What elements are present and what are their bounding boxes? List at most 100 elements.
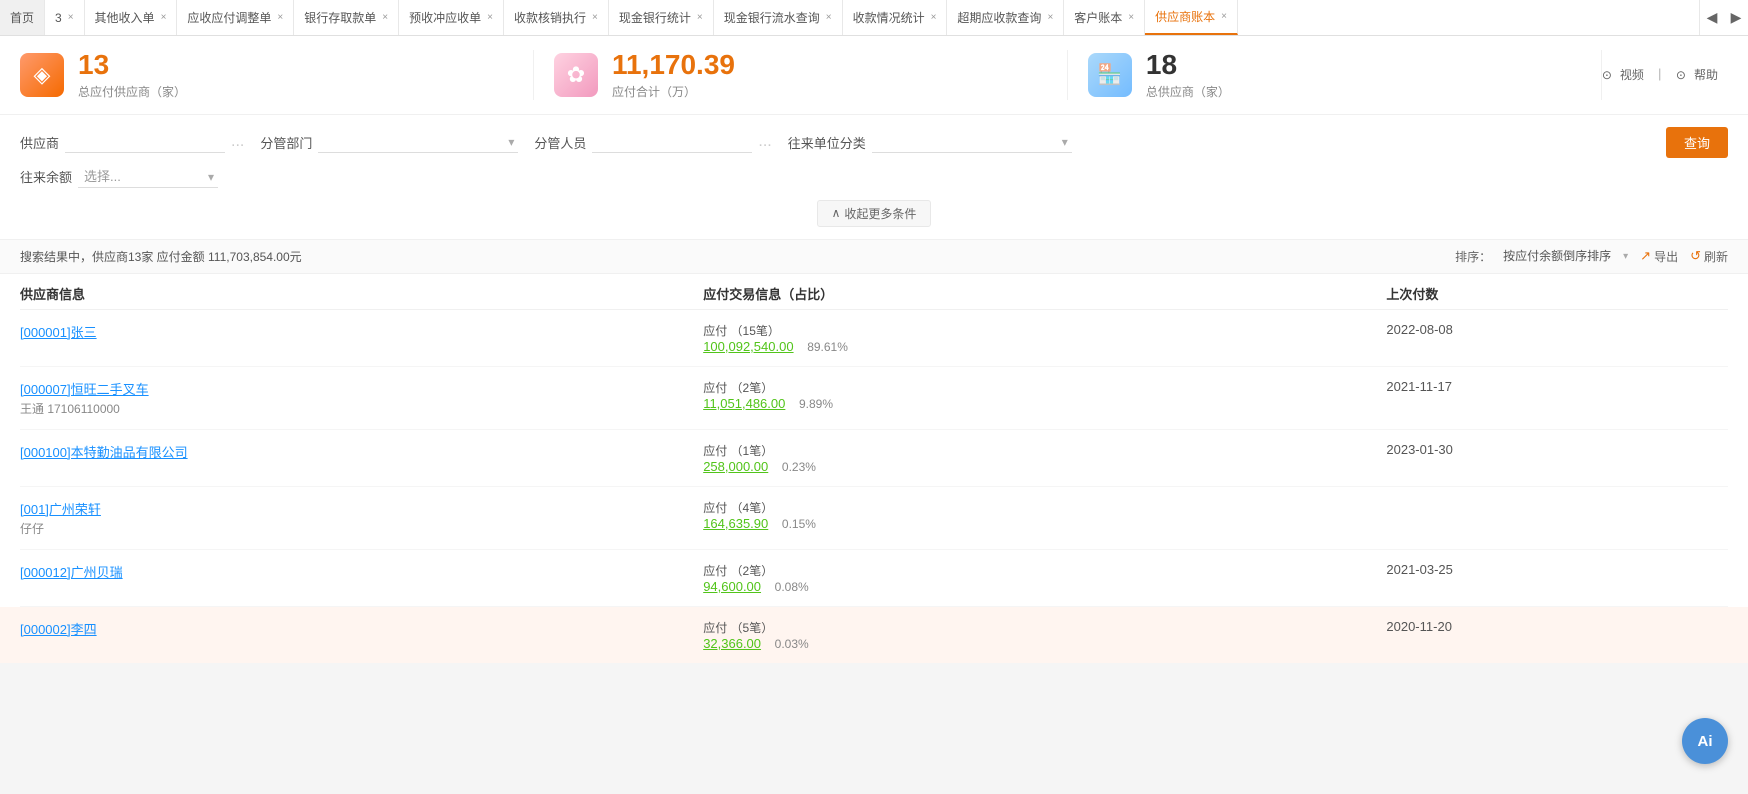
collapse-button[interactable]: ∧ 收起更多条件 (817, 200, 932, 227)
total-supplier-icon: 🏪 (1088, 53, 1132, 97)
nav-tab-advance-collect[interactable]: 预收冲应收单 × (399, 0, 504, 35)
dept-filter-label: 分管部门 (260, 133, 312, 152)
nav-tab-overdue-query[interactable]: 超期应收款查询 × (947, 0, 1064, 35)
nav-tab-overdue-query-close[interactable]: × (1047, 12, 1053, 23)
supplier-info-5: [000012]广州贝瑞 (20, 562, 703, 594)
nav-tab-payable-adjust-label: 应收应付调整单 (187, 9, 271, 26)
nav-tab-supplier-account[interactable]: 供应商账本 × (1145, 0, 1238, 35)
nav-tab-customer-account-close[interactable]: × (1128, 12, 1134, 23)
dept-select[interactable] (318, 131, 518, 153)
nav-tab-cash-bank-stat[interactable]: 现金银行统计 × (609, 0, 714, 35)
payable-supplier-count: 13 (78, 50, 186, 81)
payable-amount-link-3[interactable]: 258,000.00 (703, 459, 768, 474)
person-filter-input[interactable] (592, 131, 752, 153)
balance-select[interactable]: 选择... (78, 166, 218, 188)
nav-tab-home[interactable]: 首页 (0, 0, 45, 35)
nav-tab-payable-adjust-close[interactable]: × (277, 12, 283, 23)
payable-pct-5: 0.08% (775, 580, 809, 594)
payable-amount-row-6: 32,366.00 0.03% (703, 636, 1386, 651)
person-filter-dots[interactable]: ... (758, 133, 771, 151)
payable-pct-6: 0.03% (775, 637, 809, 651)
supplier-link-3[interactable]: [000100]本特勤油品有限公司 (20, 445, 188, 460)
payable-info-3: 应付 （1笔） 258,000.00 0.23% (703, 442, 1386, 474)
nav-tab-cash-bank-flow[interactable]: 现金银行流水查询 × (714, 0, 843, 35)
filter-item-person: 分管人员 ... (534, 131, 771, 153)
nav-tab-cash-bank-flow-close[interactable]: × (826, 12, 832, 23)
result-summary-text: 搜索结果中，供应商13家 应付金额 111,703,854.00元 (20, 248, 302, 265)
supplier-link-4[interactable]: [001]广州荣轩 (20, 502, 101, 517)
supplier-link-6[interactable]: [000002]李四 (20, 622, 97, 637)
nav-tab-collect-verify-close[interactable]: × (592, 12, 598, 23)
result-actions: 排序： 按应付余额倒序排序 ▾ ↗ 导出 ↺ 刷新 (1455, 248, 1728, 265)
refresh-button[interactable]: ↺ 刷新 (1690, 248, 1728, 265)
table-row: [000002]李四 应付 （5笔） 32,366.00 0.03% 2020-… (0, 607, 1748, 663)
supplier-link-5[interactable]: [000012]广州贝瑞 (20, 565, 123, 580)
ai-button[interactable]: Ai (1682, 718, 1728, 764)
nav-tab-cash-bank-stat-close[interactable]: × (697, 12, 703, 23)
filter-item-category: 往来单位分类 ▾ (788, 131, 1072, 153)
help-link[interactable]: 帮助 (1694, 66, 1718, 83)
payable-amount-row-2: 11,051,486.00 9.89% (703, 396, 1386, 411)
nav-tab-supplier-account-close[interactable]: × (1221, 11, 1227, 22)
nav-tab-overdue-query-label: 超期应收款查询 (957, 9, 1041, 26)
nav-tab-collect-stat[interactable]: 收款情况统计 × (843, 0, 948, 35)
supplier-filter-dots[interactable]: ... (231, 133, 244, 151)
export-button[interactable]: ↗ 导出 (1640, 248, 1678, 265)
person-filter-label: 分管人员 (534, 133, 586, 152)
supplier-link-1[interactable]: [000001]张三 (20, 325, 97, 340)
video-icon: ⊙ (1602, 68, 1612, 82)
nav-tab-other-income[interactable]: 其他收入单 × (85, 0, 178, 35)
category-select[interactable] (872, 131, 1072, 153)
top-right-links: ⊙ 视频 ｜ ⊙ 帮助 (1602, 66, 1728, 83)
nav-prev-button[interactable]: ◀ (1700, 0, 1724, 35)
nav-tab-collect-verify-label: 收款核销执行 (514, 9, 586, 26)
payable-supplier-label: 总应付供应商（家） (78, 83, 186, 100)
payable-pct-3: 0.23% (782, 460, 816, 474)
supplier-filter-input[interactable] (65, 131, 225, 153)
ai-button-label: Ai (1698, 733, 1713, 750)
nav-tab-bank-deposit-close[interactable]: × (382, 12, 388, 23)
nav-tab-collect-verify[interactable]: 收款核销执行 × (504, 0, 609, 35)
sort-select[interactable]: 按应付余额倒序排序 (1503, 249, 1628, 263)
table-row: [001]广州荣轩 仔仔 应付 （4笔） 164,635.90 0.15% (20, 487, 1728, 550)
table-row: [000012]广州贝瑞 应付 （2笔） 94,600.00 0.08% 202… (20, 550, 1728, 607)
payable-label-2: 应付 （2笔） (703, 379, 1386, 396)
nav-tab-advance-collect-close[interactable]: × (487, 12, 493, 23)
supplier-name-3: [000100]本特勤油品有限公司 (20, 442, 703, 461)
last-pay-date-5: 2021-03-25 (1386, 562, 1728, 594)
payable-amount-link-1[interactable]: 100,092,540.00 (703, 339, 793, 354)
nav-tab-bank-deposit[interactable]: 银行存取款单 × (294, 0, 399, 35)
table-header: 供应商信息 应付交易信息（占比） 上次付数 (20, 274, 1728, 310)
video-link[interactable]: 视频 (1620, 66, 1644, 83)
payable-info-1: 应付 （15笔） 100,092,540.00 89.61% (703, 322, 1386, 354)
summary-bar: ◈ 13 总应付供应商（家） ✿ 11,170.39 应付合计（万） 🏪 18 … (0, 36, 1748, 115)
nav-tab-customer-account[interactable]: 客户账本 × (1064, 0, 1145, 35)
nav-tab-collect-stat-close[interactable]: × (931, 12, 937, 23)
payable-amount-link-6[interactable]: 32,366.00 (703, 636, 761, 651)
nav-next-button[interactable]: ▶ (1724, 0, 1748, 35)
payable-amount-row-5: 94,600.00 0.08% (703, 579, 1386, 594)
supplier-link-2[interactable]: [000007]恒旺二手叉车 (20, 382, 149, 397)
payable-amount-link-4[interactable]: 164,635.90 (703, 516, 768, 531)
search-button[interactable]: 查询 (1666, 127, 1728, 158)
nav-arrows: ◀ ▶ (1699, 0, 1748, 35)
summary-text-total-suppliers: 18 总供应商（家） (1146, 50, 1230, 100)
table-header-lastpay: 上次付数 (1386, 284, 1728, 303)
refresh-label: 刷新 (1704, 248, 1728, 265)
payable-info-4: 应付 （4笔） 164,635.90 0.15% (703, 499, 1386, 537)
payable-amount-row-1: 100,092,540.00 89.61% (703, 339, 1386, 354)
payable-pct-1: 89.61% (807, 340, 848, 354)
summary-text-suppliers-payable: 13 总应付供应商（家） (78, 50, 186, 100)
filter-row-2: 往来余额 选择... ▾ (20, 166, 1728, 188)
supplier-contact-4: 仔仔 (20, 520, 703, 537)
nav-tab-3[interactable]: 3 × (45, 0, 85, 35)
nav-tab-3-close[interactable]: × (68, 12, 74, 23)
nav-tab-other-income-close[interactable]: × (161, 12, 167, 23)
supplier-name-5: [000012]广州贝瑞 (20, 562, 703, 581)
nav-tab-payable-adjust[interactable]: 应收应付调整单 × (177, 0, 294, 35)
filter-item-balance: 往来余额 选择... ▾ (20, 166, 218, 188)
payable-pct-2: 9.89% (799, 397, 833, 411)
payable-amount-link-2[interactable]: 11,051,486.00 (703, 396, 785, 411)
supplier-info-6: [000002]李四 (20, 619, 703, 651)
payable-amount-link-5[interactable]: 94,600.00 (703, 579, 761, 594)
